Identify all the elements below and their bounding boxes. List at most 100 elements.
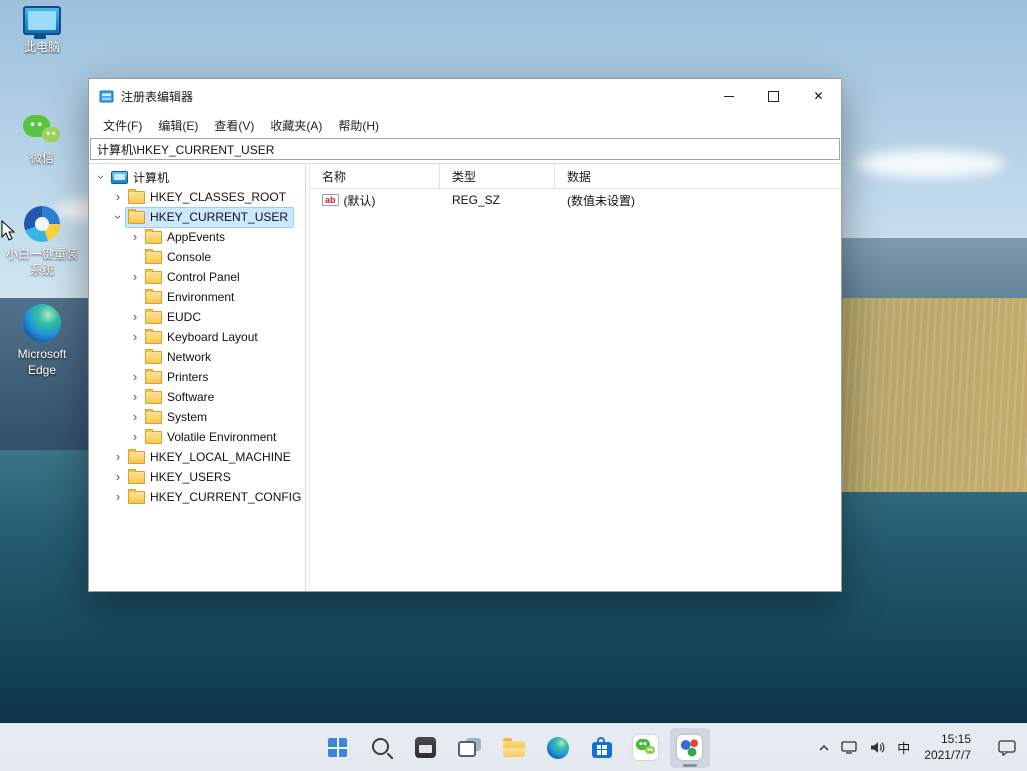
desktop-icon-wechat[interactable]: 微信	[2, 114, 82, 167]
tree-label: Keyboard Layout	[167, 330, 258, 344]
chevron-right-icon[interactable]: ›	[127, 408, 143, 426]
tree-item[interactable]: ›Software	[89, 387, 305, 407]
chevron-right-icon[interactable]: ›	[127, 268, 143, 286]
chevron-right-icon[interactable]: ›	[127, 388, 143, 406]
ime-indicator[interactable]: 中	[897, 738, 910, 757]
window-content: ›计算机›HKEY_CLASSES_ROOT›HKEY_CURRENT_USER…	[89, 164, 841, 591]
tree-item-core[interactable]: HKEY_LOCAL_MACHINE	[126, 448, 296, 467]
chevron-right-icon[interactable]: ›	[127, 428, 143, 446]
mouse-cursor	[1, 220, 17, 242]
pc-manager-button[interactable]	[670, 728, 710, 768]
notification-center-icon[interactable]	[998, 739, 1017, 756]
tray-clock[interactable]: 15:15 2021/7/7	[924, 732, 971, 763]
tree-item-core[interactable]: Environment	[143, 288, 239, 307]
tree-item-core[interactable]: 计算机	[109, 168, 174, 187]
tree-item-core[interactable]: Network	[143, 348, 216, 367]
this-pc-icon	[23, 6, 61, 35]
tree-item[interactable]: Environment	[89, 287, 305, 307]
tray-chevron-up-icon[interactable]	[818, 744, 830, 752]
tree-item[interactable]: ›HKEY_CURRENT_USER	[89, 207, 305, 227]
tree-item-core[interactable]: HKEY_CLASSES_ROOT	[126, 188, 291, 207]
maximize-button[interactable]	[751, 79, 796, 113]
tree-label: HKEY_CURRENT_CONFIG	[150, 490, 301, 504]
tree-item[interactable]: › 计算机	[89, 167, 305, 187]
window-title: 注册表编辑器	[121, 88, 706, 105]
tree-item-core[interactable]: Software	[143, 388, 219, 407]
close-button[interactable]: ✕	[796, 79, 841, 113]
chevron-right-icon[interactable]: ›	[110, 468, 126, 486]
wechat-button[interactable]	[626, 728, 666, 768]
minimize-button[interactable]	[706, 79, 751, 113]
file-explorer-button[interactable]	[494, 728, 534, 768]
tree-item[interactable]: Console	[89, 247, 305, 267]
tree-item[interactable]: › EUDC	[89, 307, 305, 327]
chevron-right-icon[interactable]: ›	[127, 228, 143, 246]
desktop-icon-this-pc[interactable]: 此电脑	[2, 6, 82, 56]
tree-item[interactable]: ›Volatile Environment	[89, 427, 305, 447]
chevron-right-icon[interactable]: ›	[110, 488, 126, 506]
chevron-right-icon[interactable]: ›	[110, 188, 126, 206]
column-header-data[interactable]: 数据	[555, 164, 841, 188]
tray-volume-icon[interactable]	[869, 741, 886, 754]
tree-item[interactable]: › HKEY_CURRENT_CONFIG	[89, 487, 305, 507]
tree-item[interactable]: › HKEY_CLASSES_ROOT	[89, 187, 305, 207]
chevron-right-icon[interactable]: ›	[127, 328, 143, 346]
file-explorer-icon	[503, 741, 525, 757]
tree-item-core[interactable]: Console	[143, 248, 216, 267]
registry-value-row[interactable]: ab(默认)REG_SZ(数值未设置)	[310, 189, 841, 211]
reg-sz-icon: ab	[322, 194, 339, 206]
tree-item[interactable]: ›Printers	[89, 367, 305, 387]
folder-icon	[145, 391, 162, 404]
tree-item-core[interactable]: Keyboard Layout	[143, 328, 263, 347]
tree-item[interactable]: › Keyboard Layout	[89, 327, 305, 347]
tree-item-core[interactable]: EUDC	[143, 308, 206, 327]
tree-item[interactable]: › System	[89, 407, 305, 427]
regedit-window: 注册表编辑器 ✕ 文件(F)编辑(E)查看(V)收藏夹(A)帮助(H) › 计算机…	[88, 78, 842, 592]
task-view-button[interactable]	[450, 728, 490, 768]
tray-display-icon[interactable]	[841, 741, 858, 754]
chevron-right-icon[interactable]: ›	[110, 448, 126, 466]
start-button[interactable]	[318, 728, 358, 768]
tree-item[interactable]: ›HKEY_LOCAL_MACHINE	[89, 447, 305, 467]
tree-label: 计算机	[133, 169, 169, 186]
tree-item-core[interactable]: System	[143, 408, 212, 427]
tree-item[interactable]: ›Control Panel	[89, 267, 305, 287]
store-button[interactable]	[582, 728, 622, 768]
edge-button[interactable]	[538, 728, 578, 768]
folder-icon	[145, 231, 162, 244]
tree-label: EUDC	[167, 310, 201, 324]
address-input[interactable]	[90, 138, 840, 160]
menu-help[interactable]: 帮助(H)	[330, 114, 387, 137]
tree-item[interactable]: ›HKEY_USERS	[89, 467, 305, 487]
tree-item-core[interactable]: AppEvents	[143, 228, 230, 247]
menu-favorites[interactable]: 收藏夹(A)	[262, 114, 330, 137]
tree-item-core[interactable]: Volatile Environment	[143, 428, 281, 447]
column-header-name[interactable]: 名称	[310, 164, 440, 188]
chevron-right-icon[interactable]: ›	[127, 308, 143, 326]
tree-item-core[interactable]: Printers	[143, 368, 213, 387]
tree-item-core[interactable]: HKEY_USERS	[126, 468, 236, 487]
menu-edit[interactable]: 编辑(E)	[150, 114, 206, 137]
chevron-down-icon[interactable]: ›	[92, 169, 110, 185]
search-button[interactable]	[362, 728, 402, 768]
desktop-icon-xiaobai[interactable]: 小白一键重装系统	[2, 206, 82, 278]
chevron-right-icon[interactable]: ›	[127, 368, 143, 386]
tree-item[interactable]: ›AppEvents	[89, 227, 305, 247]
column-header-type[interactable]: 类型	[440, 164, 555, 188]
wechat-icon	[633, 735, 658, 760]
wallpaper-cloud	[855, 150, 1005, 178]
value-name-cell: ab(默认)	[310, 192, 440, 209]
terminal-button[interactable]	[406, 728, 446, 768]
tree-item-selected[interactable]: HKEY_CURRENT_USER	[126, 208, 293, 227]
menu-view[interactable]: 查看(V)	[206, 114, 262, 137]
chevron-down-icon[interactable]: ›	[109, 209, 127, 225]
tree-item[interactable]: Network	[89, 347, 305, 367]
desktop-icon-edge[interactable]: Microsoft Edge	[2, 304, 82, 378]
tree-label: HKEY_CLASSES_ROOT	[150, 190, 286, 204]
tree-item-core[interactable]: Control Panel	[143, 268, 245, 287]
titlebar[interactable]: 注册表编辑器 ✕	[89, 79, 841, 113]
tree-label: System	[167, 410, 207, 424]
menubar: 文件(F)编辑(E)查看(V)收藏夹(A)帮助(H)	[89, 113, 841, 138]
tree-item-core[interactable]: HKEY_CURRENT_CONFIG	[126, 488, 305, 507]
menu-file[interactable]: 文件(F)	[95, 114, 150, 137]
